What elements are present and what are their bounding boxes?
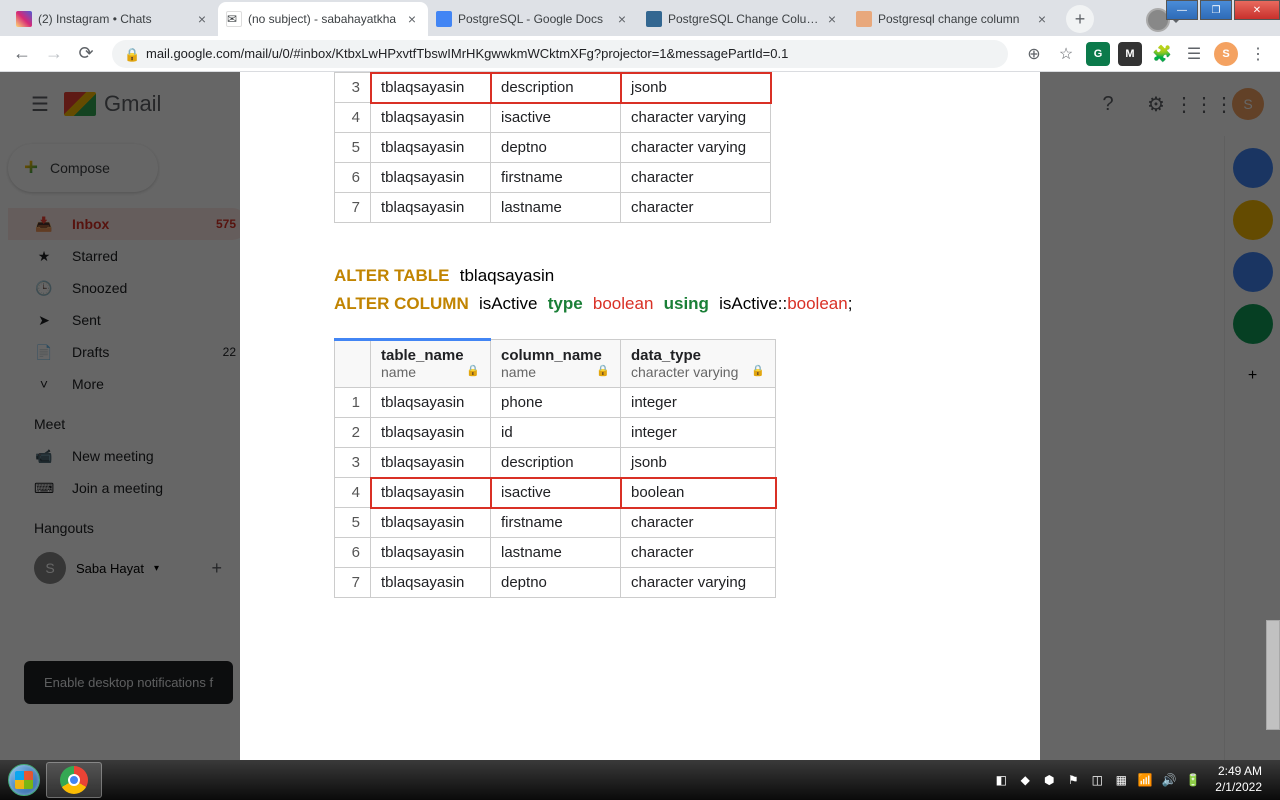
reload-button[interactable]: ⟳ — [72, 40, 100, 68]
url-text: mail.google.com/mail/u/0/#inbox/KtbxLwHP… — [146, 46, 788, 61]
install-app-icon[interactable]: ⊕ — [1020, 40, 1048, 68]
browser-tab[interactable]: (2) Instagram • Chats × — [8, 2, 218, 36]
column-header: column_namename🔒 — [491, 340, 621, 388]
tab-title: PostgreSQL - Google Docs — [458, 12, 610, 26]
window-maximize-button[interactable]: ❐ — [1200, 0, 1232, 20]
browser-tab[interactable]: PostgreSQL Change Column × — [638, 2, 848, 36]
favicon — [856, 11, 872, 27]
lock-icon: 🔒 — [124, 47, 138, 61]
tray-icon[interactable]: ◧ — [993, 772, 1009, 788]
clock-time: 2:49 AM — [1215, 764, 1262, 780]
table-row: 1tblaqsayasinphoneinteger — [335, 388, 776, 418]
instagram-icon — [16, 11, 32, 27]
table-row: 4tblaqsayasinisactivecharacter varying — [335, 103, 771, 133]
network-icon[interactable]: 📶 — [1137, 772, 1153, 788]
table-row: 4tblaqsayasinisactiveboolean — [335, 478, 776, 508]
address-bar: ← → ⟳ 🔒 mail.google.com/mail/u/0/#inbox/… — [0, 36, 1280, 72]
browser-tab-strip: (2) Instagram • Chats × ✉ (no subject) -… — [0, 0, 1280, 36]
tab-title: (2) Instagram • Chats — [38, 12, 190, 26]
chrome-menu-icon[interactable]: ⋮ — [1244, 40, 1272, 68]
browser-tab[interactable]: PostgreSQL - Google Docs × — [428, 2, 638, 36]
tab-title: Postgresql change column — [878, 12, 1030, 26]
result-table-1: 3tblaqsayasindescriptionjsonb4tblaqsayas… — [334, 72, 771, 223]
tray-icon[interactable]: ▦ — [1113, 772, 1129, 788]
table-row: 7tblaqsayasindeptnocharacter varying — [335, 568, 776, 598]
column-header: data_typecharacter varying🔒 — [621, 340, 776, 388]
docs-icon — [436, 11, 452, 27]
start-button[interactable] — [4, 764, 44, 796]
result-table-2: table_namename🔒column_namename🔒data_type… — [334, 338, 776, 598]
battery-icon[interactable]: 🔋 — [1185, 772, 1201, 788]
table-row: 5tblaqsayasinfirstnamecharacter — [335, 508, 776, 538]
table-row: 6tblaqsayasinfirstnamecharacter — [335, 163, 771, 193]
sql-code-block: ALTER TABLE tblaqsayasin ALTER COLUMN is… — [334, 263, 1026, 318]
browser-tab[interactable]: ✉ (no subject) - sabahayatkha × — [218, 2, 428, 36]
tray-icon[interactable]: ⬢ — [1041, 772, 1057, 788]
table-row: 6tblaqsayasinlastnamecharacter — [335, 538, 776, 568]
new-tab-button[interactable]: + — [1066, 5, 1094, 33]
tray-icon[interactable]: ◫ — [1089, 772, 1105, 788]
table-row: 5tblaqsayasindeptnocharacter varying — [335, 133, 771, 163]
clock-date: 2/1/2022 — [1215, 780, 1262, 796]
attachment-viewer: 3tblaqsayasindescriptionjsonb4tblaqsayas… — [240, 72, 1040, 760]
tab-title: (no subject) - sabahayatkha — [248, 12, 400, 26]
volume-icon[interactable]: 🔊 — [1161, 772, 1177, 788]
column-header: table_namename🔒 — [371, 340, 491, 388]
system-tray: ◧ ◆ ⬢ ⚑ ◫ ▦ 📶 🔊 🔋 2:49 AM 2/1/2022 — [993, 764, 1276, 795]
tab-title: PostgreSQL Change Column — [668, 12, 820, 26]
extension-icon[interactable]: M — [1118, 42, 1142, 66]
postgres-icon — [646, 11, 662, 27]
table-row: 7tblaqsayasinlastnamecharacter — [335, 193, 771, 223]
url-input[interactable]: 🔒 mail.google.com/mail/u/0/#inbox/KtbxLw… — [112, 40, 1008, 68]
table-row: 3tblaqsayasindescriptionjsonb — [335, 73, 771, 103]
table-row: 2tblaqsayasinidinteger — [335, 418, 776, 448]
reading-list-icon[interactable]: ☰ — [1180, 40, 1208, 68]
tray-icon[interactable]: ◆ — [1017, 772, 1033, 788]
windows-taskbar: ◧ ◆ ⬢ ⚑ ◫ ▦ 📶 🔊 🔋 2:49 AM 2/1/2022 — [0, 760, 1280, 800]
clock[interactable]: 2:49 AM 2/1/2022 — [1209, 764, 1268, 795]
back-button[interactable]: ← — [8, 40, 36, 68]
scrollbar-thumb[interactable] — [1266, 620, 1280, 730]
bookmark-star-icon[interactable]: ☆ — [1052, 40, 1080, 68]
tab-close-icon[interactable]: × — [824, 11, 840, 27]
table-row: 3tblaqsayasindescriptionjsonb — [335, 448, 776, 478]
browser-tab[interactable]: Postgresql change column × — [848, 2, 1058, 36]
window-minimize-button[interactable]: — — [1166, 0, 1198, 20]
tab-close-icon[interactable]: × — [404, 11, 420, 27]
gmail-icon: ✉ — [226, 11, 242, 27]
tab-close-icon[interactable]: × — [1034, 11, 1050, 27]
forward-button[interactable]: → — [40, 40, 68, 68]
extension-icon[interactable]: G — [1086, 42, 1110, 66]
profile-badge[interactable]: S — [1214, 42, 1238, 66]
window-close-button[interactable]: ✕ — [1234, 0, 1280, 20]
tab-close-icon[interactable]: × — [194, 11, 210, 27]
tab-close-icon[interactable]: × — [614, 11, 630, 27]
extensions-puzzle-icon[interactable]: 🧩 — [1148, 40, 1176, 68]
chrome-taskbar-button[interactable] — [46, 762, 102, 798]
tray-icon[interactable]: ⚑ — [1065, 772, 1081, 788]
